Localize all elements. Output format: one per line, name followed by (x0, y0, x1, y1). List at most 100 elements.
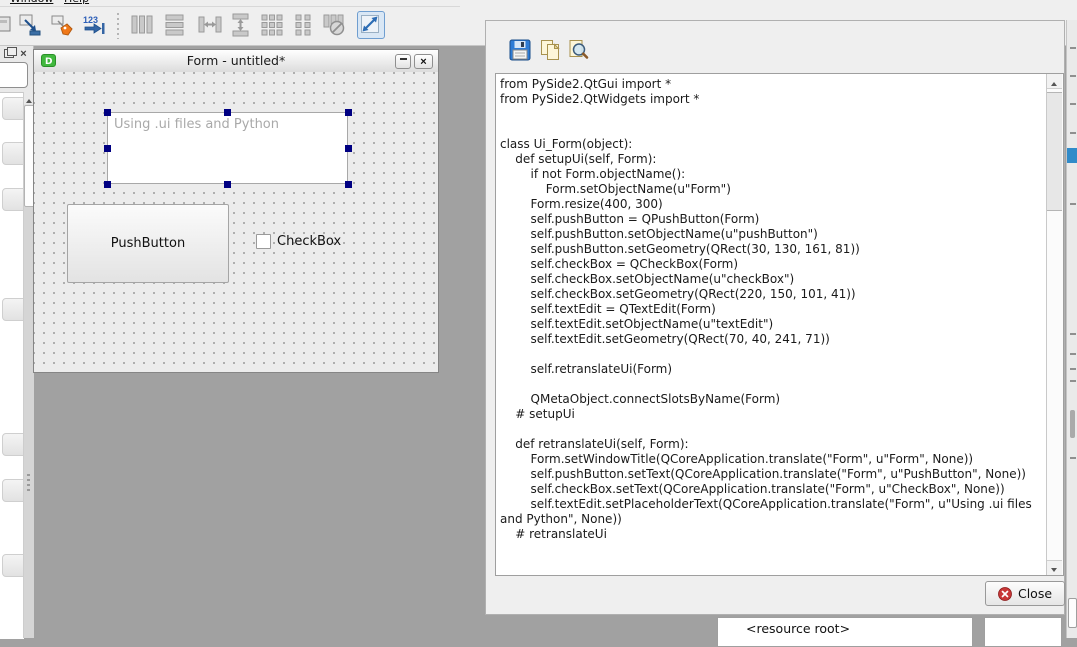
save-button[interactable] (506, 36, 534, 64)
code-line: and Python", None)) (500, 512, 1047, 527)
save-icon (508, 38, 532, 62)
code-line: if not Form.objectName(): (500, 167, 1047, 182)
resource-detail-panel[interactable] (984, 617, 1062, 647)
resource-tree-panel[interactable]: <resource root> (717, 617, 973, 647)
code-line: def retranslateUi(self, Form): (500, 437, 1047, 452)
code-line: # setupUi (500, 407, 1047, 422)
menu-help[interactable]: Help (64, 0, 89, 5)
code-line: self.textEdit.setObjectName(u"textEdit") (500, 317, 1047, 332)
code-line: Form.resize(400, 300) (500, 197, 1047, 212)
right-dock-sliver (1066, 20, 1077, 638)
close-circle-icon (998, 587, 1012, 601)
code-line: class Ui_Form(object): (500, 137, 1047, 152)
resource-root-item[interactable]: <resource root> (746, 621, 850, 636)
layout-horizontal-splitter-button[interactable] (196, 11, 224, 39)
checkbox-indicator[interactable] (256, 234, 271, 249)
selected-row-fragment[interactable] (1067, 148, 1077, 163)
edit-signals-slots-button[interactable] (16, 11, 44, 39)
selection-handle[interactable] (345, 109, 352, 116)
close-button-label: Close (1018, 586, 1052, 601)
code-line: self.textEdit.setPlaceholderText(QCoreAp… (500, 497, 1047, 512)
break-layout-icon (322, 13, 346, 37)
layout-form-button[interactable] (290, 11, 318, 39)
checkbox-widget[interactable]: CheckBox (256, 233, 341, 250)
tree-branch-icon (1070, 132, 1076, 134)
layout-grid-icon (260, 13, 284, 37)
tree-branch-icon (1070, 368, 1076, 370)
code-line: self.textEdit.setGeometry(QRect(70, 40, … (500, 332, 1047, 347)
minimize-button[interactable] (395, 54, 411, 69)
selection-handle[interactable] (104, 145, 111, 152)
find-button[interactable] (564, 36, 592, 64)
code-line (500, 107, 1047, 122)
layout-vertical-splitter-button[interactable] (227, 11, 255, 39)
edit-widgets-icon (0, 13, 14, 37)
dock-close-button[interactable]: × (17, 48, 30, 60)
menu-window[interactable]: Window (10, 0, 53, 5)
copy-button[interactable] (536, 36, 564, 64)
widget-box-list[interactable] (0, 92, 24, 639)
widget-filter-input[interactable] (0, 62, 28, 88)
break-layout-button[interactable] (320, 11, 348, 39)
code-line (500, 347, 1047, 362)
float-icon (4, 49, 14, 58)
adjust-size-icon (359, 13, 383, 37)
layout-horizontal-icon (130, 13, 154, 37)
code-line: QMetaObject.connectSlotsByName(Form) (500, 392, 1047, 407)
selection-handle[interactable] (224, 181, 231, 188)
tree-branch-icon (1070, 380, 1076, 382)
form-window-titlebar[interactable]: D Form - untitled* × (34, 50, 438, 73)
selection-handle[interactable] (104, 109, 111, 116)
adjust-size-button[interactable] (357, 11, 385, 39)
scroll-up-icon[interactable] (1047, 74, 1062, 89)
form-editor-window: D Form - untitled* × Using .ui files and… (33, 49, 439, 373)
selection-handle[interactable] (345, 145, 352, 152)
layout-vertical-icon (163, 13, 187, 37)
find-icon (566, 38, 590, 62)
layout-horizontal-splitter-icon (198, 13, 222, 37)
pushbutton-label: PushButton (111, 236, 185, 251)
dock-float-button[interactable] (2, 48, 15, 60)
copy-icon (538, 38, 562, 62)
textedit-widget[interactable]: Using .ui files and Python (107, 112, 348, 184)
form-canvas[interactable]: Using .ui files and Python PushButton Ch… (34, 72, 438, 372)
edit-buddies-icon (50, 13, 74, 37)
code-line: self.pushButton.setGeometry(QRect(30, 13… (500, 242, 1047, 257)
layout-horizontally-button[interactable] (128, 11, 156, 39)
layout-vertically-button[interactable] (161, 11, 189, 39)
close-dialog-button[interactable]: Close (985, 581, 1065, 606)
splitter-grip-icon[interactable] (27, 474, 30, 492)
edit-buddies-button[interactable] (48, 11, 76, 39)
toolbar-separator (117, 13, 119, 39)
code-line: def setupUi(self, Form): (500, 152, 1047, 167)
tree-branch-icon (1070, 333, 1076, 335)
layout-vertical-splitter-icon (229, 13, 253, 37)
close-icon: × (420, 56, 426, 68)
scrollbar-thumb[interactable] (1047, 92, 1062, 211)
pushbutton-widget[interactable]: PushButton (67, 204, 229, 283)
code-line: Form.setWindowTitle(QCoreApplication.tra… (500, 452, 1047, 467)
code-line: Form.setObjectName(u"Form") (500, 182, 1047, 197)
edit-widgets-button[interactable] (0, 11, 16, 39)
selection-handle[interactable] (224, 109, 231, 116)
edit-tab-order-button[interactable]: 123 (80, 11, 108, 39)
tree-branch-icon (1070, 457, 1076, 459)
close-window-button[interactable]: × (414, 54, 433, 69)
edit-signals-slots-icon (18, 13, 42, 37)
selection-handle[interactable] (104, 181, 111, 188)
code-line (500, 377, 1047, 392)
widget-box-panel: × (0, 46, 34, 638)
code-preview-dialog: from PySide2.QtGui import *from PySide2.… (485, 20, 1065, 615)
code-vertical-scrollbar[interactable] (1046, 74, 1063, 575)
tree-branch-icon (1070, 103, 1076, 105)
layout-grid-button[interactable] (258, 11, 286, 39)
code-view[interactable]: from PySide2.QtGui import *from PySide2.… (495, 73, 1064, 576)
scrollbar-thumb[interactable] (1070, 410, 1075, 438)
selection-handle[interactable] (345, 181, 352, 188)
code-line: self.pushButton.setObjectName(u"pushButt… (500, 227, 1047, 242)
code-line (500, 422, 1047, 437)
form-window-title: Form - untitled* (34, 53, 438, 68)
code-line: self.checkBox.setText(QCoreApplication.t… (500, 482, 1047, 497)
tree-branch-icon (1070, 47, 1076, 49)
scroll-down-icon[interactable] (1047, 560, 1062, 575)
